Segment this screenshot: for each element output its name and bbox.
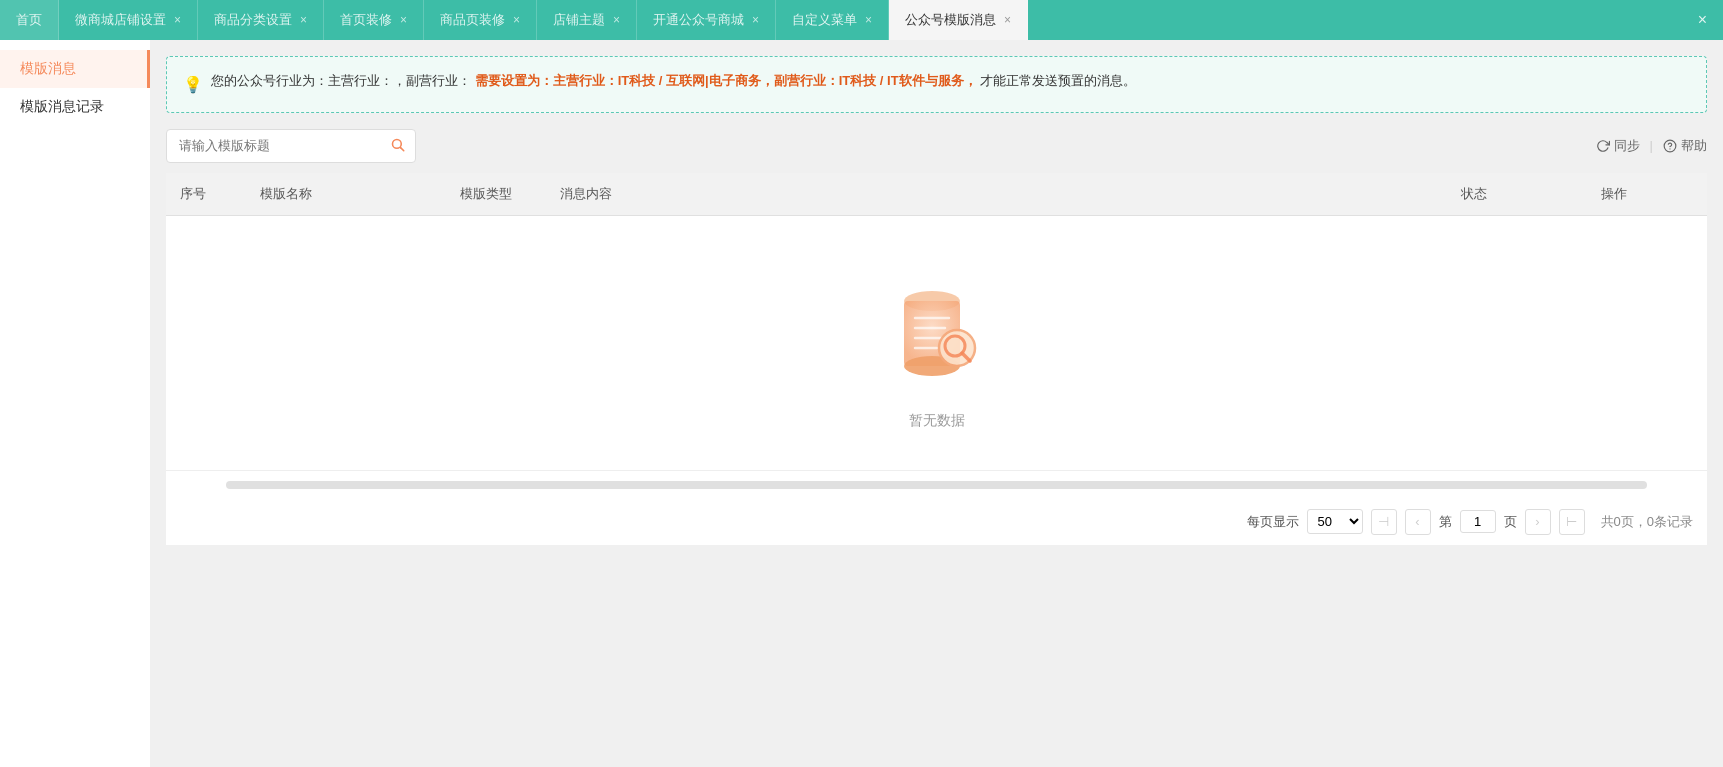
- tab-template-msg-close[interactable]: ×: [1004, 13, 1011, 27]
- tab-home-deco-close[interactable]: ×: [400, 13, 407, 27]
- empty-state: 暂无数据: [166, 216, 1707, 470]
- scrollbar-row: [166, 470, 1707, 499]
- tab-custom-menu-label: 自定义菜单: [792, 11, 857, 29]
- page-number-input[interactable]: 1: [1460, 510, 1496, 533]
- help-icon: [1663, 139, 1677, 153]
- global-close-button[interactable]: ×: [1682, 11, 1723, 29]
- tab-open-shop-label: 开通公众号商城: [653, 11, 744, 29]
- per-page-label: 每页显示: [1247, 513, 1299, 531]
- sync-button[interactable]: 同步: [1596, 137, 1640, 155]
- tab-open-shop-close[interactable]: ×: [752, 13, 759, 27]
- th-content: 消息内容: [546, 173, 1447, 216]
- svg-line-1: [401, 147, 404, 150]
- tab-micro-shop-label: 微商城店铺设置: [75, 11, 166, 29]
- pagination-bar: 每页显示 50 20 100 ⊣ ‹ 第 1 页 › ⊢ 共0页，0条记录: [166, 499, 1707, 545]
- horizontal-scrollbar[interactable]: [226, 481, 1647, 489]
- tab-home-deco[interactable]: 首页装修 ×: [324, 0, 424, 40]
- tab-template-msg[interactable]: 公众号模版消息 ×: [889, 0, 1028, 40]
- th-status: 状态: [1447, 173, 1587, 216]
- notice-highlight: 需要设置为：主营行业：IT科技 / 互联网|电子商务，副营行业：IT科技 / I…: [475, 73, 977, 88]
- th-seq: 序号: [166, 173, 246, 216]
- tab-product-deco-close[interactable]: ×: [513, 13, 520, 27]
- tab-shop-theme-close[interactable]: ×: [613, 13, 620, 27]
- last-page-button[interactable]: ⊢: [1559, 509, 1585, 535]
- search-wrap: [166, 129, 416, 163]
- notice-icon: 💡: [183, 72, 203, 98]
- table-header: 序号 模版名称 模版类型 消息内容 状态 操作: [166, 173, 1707, 216]
- empty-text: 暂无数据: [909, 412, 965, 430]
- tab-home-deco-label: 首页装修: [340, 11, 392, 29]
- prev-page-button[interactable]: ‹: [1405, 509, 1431, 535]
- toolbar: 同步 | 帮助: [166, 129, 1707, 163]
- tab-home-label: 首页: [16, 11, 42, 29]
- toolbar-right: 同步 | 帮助: [1596, 137, 1707, 155]
- data-table: 序号 模版名称 模版类型 消息内容 状态 操作: [166, 173, 1707, 470]
- tab-product-deco[interactable]: 商品页装修 ×: [424, 0, 537, 40]
- notice-box: 💡 您的公众号行业为：主营行业：，副营行业： 需要设置为：主营行业：IT科技 /…: [166, 56, 1707, 113]
- sidebar-item-template-msg-log-label: 模版消息记录: [20, 98, 104, 114]
- sidebar-item-template-msg-label: 模版消息: [20, 60, 76, 76]
- content-area: 💡 您的公众号行业为：主营行业：，副营行业： 需要设置为：主营行业：IT科技 /…: [150, 40, 1723, 767]
- th-name: 模版名称: [246, 173, 446, 216]
- sync-icon: [1596, 139, 1610, 153]
- svg-point-0: [393, 139, 402, 148]
- tab-micro-shop[interactable]: 微商城店铺设置 ×: [59, 0, 198, 40]
- main-layout: 模版消息 模版消息记录 💡 您的公众号行业为：主营行业：，副营行业： 需要设置为…: [0, 40, 1723, 767]
- notice-text: 您的公众号行业为：主营行业：，副营行业： 需要设置为：主营行业：IT科技 / 互…: [211, 71, 1136, 92]
- tab-bar: 首页 微商城店铺设置 × 商品分类设置 × 首页装修 × 商品页装修 × 店铺主…: [0, 0, 1723, 40]
- sync-label: 同步: [1614, 137, 1640, 155]
- empty-illustration: [877, 276, 997, 396]
- search-button[interactable]: [380, 130, 415, 162]
- th-type: 模版类型: [446, 173, 546, 216]
- tab-template-msg-label: 公众号模版消息: [905, 11, 996, 29]
- sidebar-item-template-msg[interactable]: 模版消息: [0, 50, 150, 88]
- tab-product-deco-label: 商品页装修: [440, 11, 505, 29]
- tab-open-shop[interactable]: 开通公众号商城 ×: [637, 0, 776, 40]
- sidebar: 模版消息 模版消息记录: [0, 40, 150, 767]
- notice-suffix: 才能正常发送预置的消息。: [980, 73, 1136, 88]
- next-page-button[interactable]: ›: [1525, 509, 1551, 535]
- help-button[interactable]: 帮助: [1663, 137, 1707, 155]
- tab-shop-theme[interactable]: 店铺主题 ×: [537, 0, 637, 40]
- page-label-post: 页: [1504, 513, 1517, 531]
- tab-category-label: 商品分类设置: [214, 11, 292, 29]
- table-container: 序号 模版名称 模版类型 消息内容 状态 操作: [166, 173, 1707, 499]
- tab-custom-menu-close[interactable]: ×: [865, 13, 872, 27]
- tab-home[interactable]: 首页: [0, 0, 59, 40]
- help-label: 帮助: [1681, 137, 1707, 155]
- th-action: 操作: [1587, 173, 1707, 216]
- tab-category[interactable]: 商品分类设置 ×: [198, 0, 324, 40]
- tab-shop-theme-label: 店铺主题: [553, 11, 605, 29]
- sidebar-item-template-msg-log[interactable]: 模版消息记录: [0, 88, 150, 126]
- notice-prefix: 您的公众号行业为：主营行业：，副营行业：: [211, 73, 471, 88]
- tab-micro-shop-close[interactable]: ×: [174, 13, 181, 27]
- first-page-button[interactable]: ⊣: [1371, 509, 1397, 535]
- search-icon: [390, 137, 405, 152]
- per-page-select[interactable]: 50 20 100: [1307, 509, 1363, 534]
- search-input[interactable]: [167, 131, 380, 160]
- empty-row: 暂无数据: [166, 215, 1707, 470]
- tab-category-close[interactable]: ×: [300, 13, 307, 27]
- toolbar-divider: |: [1650, 138, 1653, 153]
- total-info: 共0页，0条记录: [1601, 513, 1693, 531]
- table-body: 暂无数据: [166, 215, 1707, 470]
- tab-custom-menu[interactable]: 自定义菜单 ×: [776, 0, 889, 40]
- page-label-pre: 第: [1439, 513, 1452, 531]
